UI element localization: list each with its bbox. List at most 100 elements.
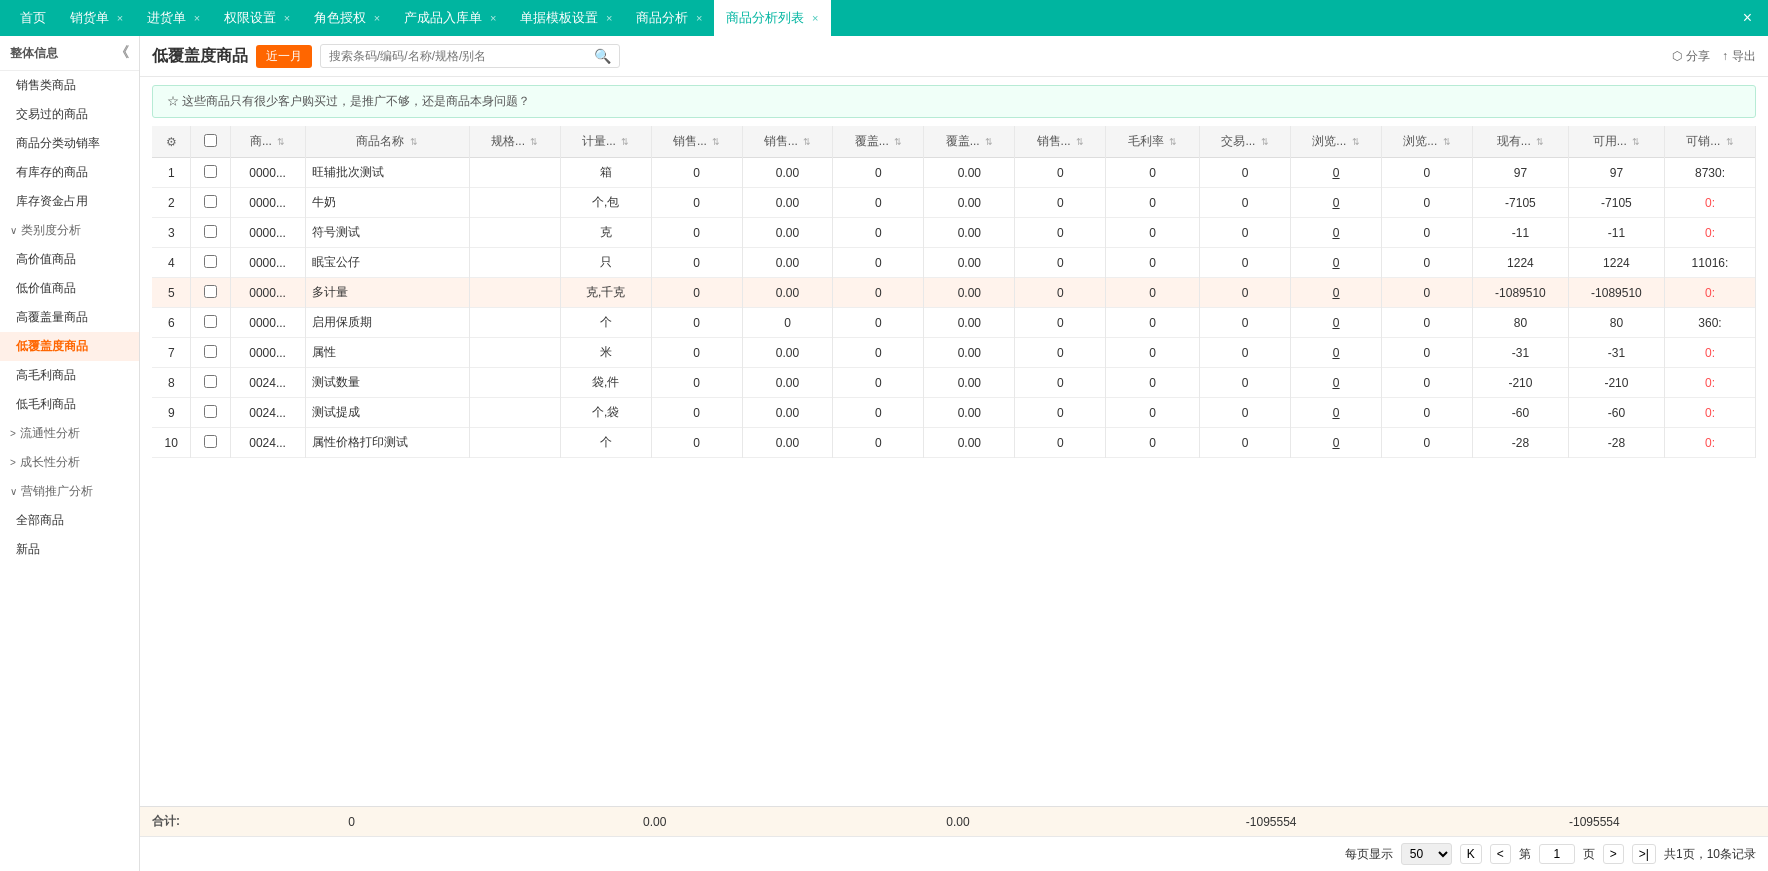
current-col-header[interactable]: 现有... ⇅ [1472, 126, 1568, 158]
row-current: 1224 [1472, 248, 1568, 278]
sidebar-item-traded-goods[interactable]: 交易过的商品 [0, 100, 139, 129]
row-cover1: 0 [833, 368, 924, 398]
sidebar-item-new-goods[interactable]: 新品 [0, 535, 139, 564]
row-current: -31 [1472, 338, 1568, 368]
row-checkbox[interactable] [191, 368, 230, 398]
cover1-col-header[interactable]: 覆盖... ⇅ [833, 126, 924, 158]
row-trade: 0 [1200, 308, 1291, 338]
row-checkbox[interactable] [191, 338, 230, 368]
sidebar-section-marketing[interactable]: ∨ 营销推广分析 [0, 477, 139, 506]
sale-qty-col-header[interactable]: 销售... ⇅ [651, 126, 742, 158]
row-unit: 米 [560, 338, 651, 368]
row-checkbox[interactable] [191, 278, 230, 308]
nav-analysis-close[interactable]: × [696, 12, 702, 24]
footer-sale-amt: 0.00 [615, 815, 695, 829]
nav-home[interactable]: 首页 [8, 0, 58, 36]
page-number-input[interactable] [1539, 844, 1575, 864]
search-icon[interactable]: 🔍 [594, 48, 611, 64]
header-actions: ⬡ 分享 ↑ 导出 [1672, 48, 1756, 65]
nav-sales-close[interactable]: × [117, 12, 123, 24]
sidebar-item-low-profit[interactable]: 低毛利商品 [0, 390, 139, 419]
row-checkbox[interactable] [191, 218, 230, 248]
row-unit: 个 [560, 428, 651, 458]
sidebar-collapse-btn[interactable]: 《 [115, 44, 129, 62]
row-checkbox[interactable] [191, 248, 230, 278]
cover2-col-header[interactable]: 覆盖... ⇅ [924, 126, 1015, 158]
nav-products-in[interactable]: 产成品入库单 × [392, 0, 508, 36]
per-page-select[interactable]: 50 100 200 [1401, 843, 1452, 865]
first-page-btn[interactable]: K [1460, 844, 1482, 864]
nav-analysis-list-close[interactable]: × [812, 12, 818, 24]
prev-page-btn[interactable]: < [1490, 844, 1511, 864]
sidebar-item-inventory-fund[interactable]: 库存资金占用 [0, 187, 139, 216]
nav-sales[interactable]: 销货单 × [58, 0, 135, 36]
browse2-col-header[interactable]: 浏览... ⇅ [1381, 126, 1472, 158]
row-sellable: 0: [1664, 428, 1755, 458]
nav-purchase-close[interactable]: × [194, 12, 200, 24]
row-name: 测试提成 [305, 398, 469, 428]
export-button[interactable]: ↑ 导出 [1722, 48, 1756, 65]
next-page-btn[interactable]: > [1603, 844, 1624, 864]
sidebar-section-flow[interactable]: > 流通性分析 [0, 419, 139, 448]
share-button[interactable]: ⬡ 分享 [1672, 48, 1710, 65]
sidebar-item-all-goods[interactable]: 全部商品 [0, 506, 139, 535]
sidebar-item-high-coverage[interactable]: 高覆盖量商品 [0, 303, 139, 332]
trade-col-header[interactable]: 交易... ⇅ [1200, 126, 1291, 158]
name-col-header[interactable]: 商品名称 ⇅ [305, 126, 469, 158]
nav-templates[interactable]: 单据模板设置 × [508, 0, 624, 36]
select-all-checkbox[interactable] [204, 134, 217, 147]
row-current: -28 [1472, 428, 1568, 458]
sidebar-item-low-value[interactable]: 低价值商品 [0, 274, 139, 303]
row-browse1: 0 [1291, 368, 1382, 398]
close-all-btn[interactable]: × [1735, 9, 1760, 27]
row-name: 属性价格打印测试 [305, 428, 469, 458]
row-cover1: 0 [833, 398, 924, 428]
row-sale-data: 0 [1015, 308, 1106, 338]
row-checkbox[interactable] [191, 428, 230, 458]
row-unit: 个,包 [560, 188, 651, 218]
unit-col-header[interactable]: 计量... ⇅ [560, 126, 651, 158]
sidebar-item-in-stock[interactable]: 有库存的商品 [0, 158, 139, 187]
code-col-header[interactable]: 商... ⇅ [230, 126, 305, 158]
row-checkbox[interactable] [191, 188, 230, 218]
available-col-header[interactable]: 可用... ⇅ [1568, 126, 1664, 158]
nav-permissions-close[interactable]: × [284, 12, 290, 24]
sidebar-section-category[interactable]: ∨ 类别度分析 [0, 216, 139, 245]
sidebar-item-sales-goods[interactable]: 销售类商品 [0, 71, 139, 100]
row-sale-data: 0 [1015, 188, 1106, 218]
row-checkbox[interactable] [191, 158, 230, 188]
section-arrow-marketing: ∨ [10, 486, 17, 497]
row-gross-rate: 0 [1106, 368, 1200, 398]
row-cover2: 0.00 [924, 338, 1015, 368]
nav-analysis-list[interactable]: 商品分析列表 × [714, 0, 830, 36]
row-browse1: 0 [1291, 428, 1382, 458]
nav-analysis[interactable]: 商品分析 × [624, 0, 714, 36]
nav-permissions[interactable]: 权限设置 × [212, 0, 302, 36]
nav-roles[interactable]: 角色授权 × [302, 0, 392, 36]
trade-sort-icon: ⇅ [1261, 137, 1269, 147]
settings-col-header[interactable]: ⚙ [152, 126, 191, 158]
row-checkbox[interactable] [191, 308, 230, 338]
browse1-col-header[interactable]: 浏览... ⇅ [1291, 126, 1382, 158]
nav-templates-close[interactable]: × [606, 12, 612, 24]
sale-data-col-header[interactable]: 销售... ⇅ [1015, 126, 1106, 158]
nav-products-in-close[interactable]: × [490, 12, 496, 24]
sidebar-item-high-profit[interactable]: 高毛利商品 [0, 361, 139, 390]
sidebar-section-growth[interactable]: > 成长性分析 [0, 448, 139, 477]
sellable-col-header[interactable]: 可销... ⇅ [1664, 126, 1755, 158]
row-checkbox[interactable] [191, 398, 230, 428]
sidebar-item-low-coverage[interactable]: 低覆盖度商品 [0, 332, 139, 361]
time-filter-button[interactable]: 近一月 [256, 45, 312, 68]
last-page-btn[interactable]: >| [1632, 844, 1656, 864]
sidebar-item-high-value[interactable]: 高价值商品 [0, 245, 139, 274]
spec-col-header[interactable]: 规格... ⇅ [469, 126, 560, 158]
search-input[interactable] [329, 49, 594, 63]
gross-rate-col-header[interactable]: 毛利率 ⇅ [1106, 126, 1200, 158]
row-code: 0000... [230, 338, 305, 368]
sidebar-item-category-rate[interactable]: 商品分类动销率 [0, 129, 139, 158]
nav-purchase[interactable]: 进货单 × [135, 0, 212, 36]
sale-amt-col-header[interactable]: 销售... ⇅ [742, 126, 833, 158]
row-unit: 个,袋 [560, 398, 651, 428]
nav-roles-close[interactable]: × [374, 12, 380, 24]
row-sale-data: 0 [1015, 398, 1106, 428]
